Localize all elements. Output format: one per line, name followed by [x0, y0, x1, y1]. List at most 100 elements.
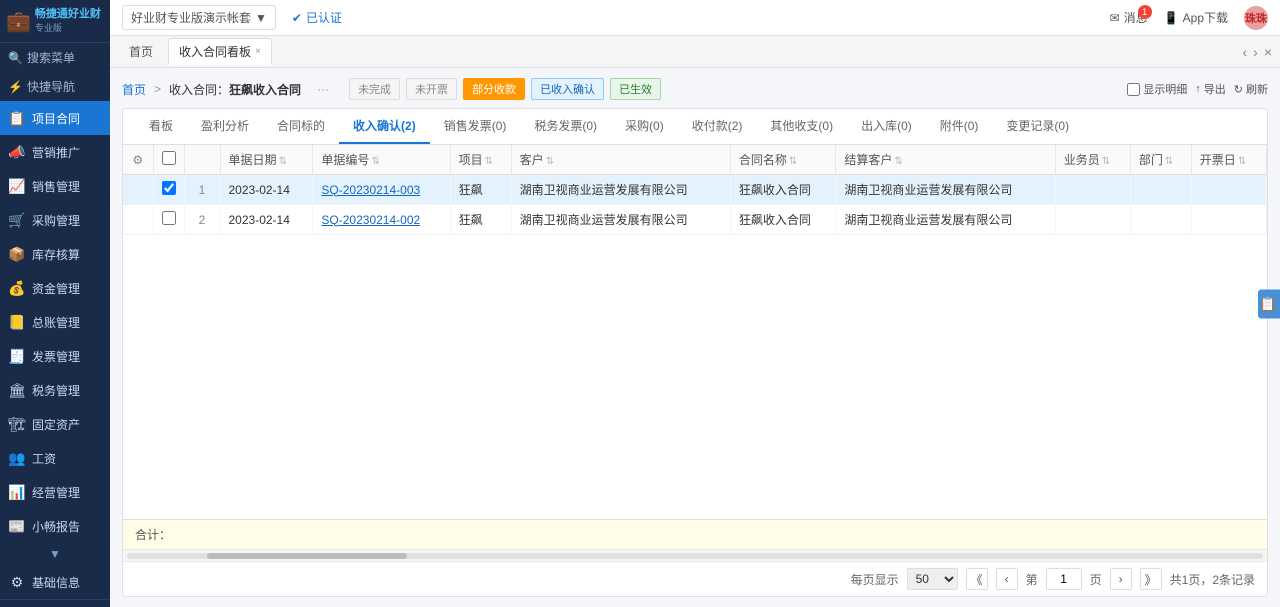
tab-nav-close[interactable]: ×	[1264, 44, 1272, 60]
show-detail-input[interactable]	[1127, 83, 1140, 96]
th-open-date[interactable]: 开票日⇅	[1191, 145, 1266, 175]
message-btn[interactable]: ✉ 消息 1	[1110, 9, 1148, 26]
page-input[interactable]	[1046, 568, 1082, 590]
next-page-btn[interactable]: ›	[1110, 568, 1132, 590]
subtab-payment[interactable]: 收付款(2)	[678, 109, 757, 144]
status-incomplete[interactable]: 未完成	[349, 78, 400, 100]
cell-no: 2	[184, 205, 220, 235]
sidebar-item-hr[interactable]: 👥 工资	[0, 441, 110, 475]
subtab-warehouse[interactable]: 出入库(0)	[847, 109, 926, 144]
th-date[interactable]: 单据日期⇅	[220, 145, 313, 175]
select-all-checkbox[interactable]	[162, 151, 176, 165]
sidebar-item-invoice[interactable]: 🧾 发票管理	[0, 339, 110, 373]
th-dept[interactable]: 部门⇅	[1130, 145, 1191, 175]
sidebar-item-assets[interactable]: 🏗 固定资产	[0, 407, 110, 441]
tab-nav-prev[interactable]: ‹	[1242, 44, 1247, 60]
th-contract[interactable]: 合同名称⇅	[730, 145, 836, 175]
table-row[interactable]: 1 2023-02-14 SQ-20230214-003 狂飙 湖南卫视商业运营…	[123, 175, 1267, 205]
th-customer[interactable]: 客户⇅	[511, 145, 730, 175]
tab-home[interactable]: 首页	[118, 38, 164, 65]
subtab-change-log[interactable]: 变更记录(0)	[992, 109, 1083, 144]
prev-page-btn[interactable]: ‹	[996, 568, 1018, 590]
sidebar-item-purchase[interactable]: 🛒 采购管理	[0, 203, 110, 237]
company-selector[interactable]: 好业财专业版演示帐套 ▼	[122, 5, 276, 30]
th-project[interactable]: 项目⇅	[450, 145, 511, 175]
th-salesman[interactable]: 业务员⇅	[1055, 145, 1130, 175]
show-detail-checkbox[interactable]: 显示明细	[1127, 81, 1187, 97]
scrollbar-track[interactable]	[127, 553, 1263, 559]
subtab-income-confirm[interactable]: 收入确认(2)	[339, 109, 430, 144]
company-name: 好业财专业版演示帐套	[131, 9, 251, 26]
cell-customer: 湖南卫视商业运营发展有限公司	[511, 175, 730, 205]
app-download-btn[interactable]: 📱 App下载	[1164, 9, 1228, 26]
status-confirmed[interactable]: 已收入确认	[531, 78, 604, 100]
export-btn[interactable]: ↑ 导出	[1195, 81, 1226, 97]
refresh-btn[interactable]: ↻ 刷新	[1234, 81, 1268, 97]
user-avatar[interactable]: 珠珠	[1244, 6, 1268, 30]
order-no-link[interactable]: SQ-20230214-003	[321, 183, 420, 197]
horizontal-scrollbar[interactable]	[123, 549, 1267, 561]
settings-icon[interactable]: ⚙	[132, 153, 143, 167]
subtab-kanban[interactable]: 看板	[135, 109, 187, 144]
first-page-btn[interactable]: 《	[966, 568, 988, 590]
sidebar-logo: 💼 畅捷通好业财 专业版	[0, 0, 110, 43]
right-panel-btn[interactable]: 📋	[1258, 289, 1280, 318]
table-row[interactable]: 2 2023-02-14 SQ-20230214-002 狂飙 湖南卫视商业运营…	[123, 205, 1267, 235]
sidebar-item-project[interactable]: 📋 项目合同	[0, 101, 110, 135]
tab-nav-next[interactable]: ›	[1253, 44, 1258, 60]
verified-label: 已认证	[306, 9, 342, 26]
footer-bar: 合计：	[123, 519, 1267, 549]
cell-order-no[interactable]: SQ-20230214-002	[313, 205, 450, 235]
ops-icon: 📊	[8, 483, 26, 501]
th-settings[interactable]: ⚙	[123, 145, 153, 175]
sidebar-scroll-down[interactable]: ▼	[0, 543, 110, 565]
order-no-link[interactable]: SQ-20230214-002	[321, 213, 420, 227]
cell-icon	[123, 205, 153, 235]
last-page-btn[interactable]: 》	[1140, 568, 1162, 590]
status-not-invoiced[interactable]: 未开票	[406, 78, 457, 100]
th-order-no[interactable]: 单据编号⇅	[313, 145, 450, 175]
cell-check[interactable]	[153, 205, 184, 235]
subtab-profit[interactable]: 盈利分析	[187, 109, 263, 144]
refresh-label: 刷新	[1246, 81, 1268, 97]
sort-dept-icon: ⇅	[1165, 156, 1173, 167]
row-checkbox[interactable]	[162, 211, 176, 225]
verified-icon: ✔	[292, 11, 302, 25]
th-check[interactable]	[153, 145, 184, 175]
verified-badge: ✔ 已认证	[292, 9, 342, 26]
quick-nav-btn[interactable]: ⚡ 快捷导航	[0, 72, 110, 101]
tab-close-btn[interactable]: ×	[255, 46, 261, 57]
sidebar-item-marketing[interactable]: 📣 营销推广	[0, 135, 110, 169]
sidebar: 💼 畅捷通好业财 专业版 🔍 搜索菜单 ⚡ 快捷导航 📋 项目合同 📣 营销推广…	[0, 0, 110, 607]
subtab-sales-invoice[interactable]: 销售发票(0)	[430, 109, 521, 144]
sidebar-item-ops[interactable]: 📊 经营管理	[0, 475, 110, 509]
tab-income-contract[interactable]: 收入合同看板 ×	[168, 38, 272, 65]
main-card: 看板 盈利分析 合同标的 收入确认(2) 销售发票(0) 税务发票(0) 采购(…	[122, 108, 1268, 597]
status-effective[interactable]: 已生效	[610, 78, 661, 100]
status-partial-received[interactable]: 部分收款	[463, 78, 525, 100]
subtab-attachments[interactable]: 附件(0)	[926, 109, 993, 144]
sidebar-item-basic[interactable]: ⚙ 基础信息	[0, 565, 110, 599]
scrollbar-thumb[interactable]	[207, 553, 407, 559]
sidebar-item-sales[interactable]: 📈 销售管理	[0, 169, 110, 203]
cell-order-no[interactable]: SQ-20230214-003	[313, 175, 450, 205]
cell-check[interactable]	[153, 175, 184, 205]
row-checkbox[interactable]	[162, 181, 176, 195]
subtab-other-income[interactable]: 其他收支(0)	[756, 109, 847, 144]
right-panel-icon: 📋	[1261, 295, 1277, 312]
page-more-btn[interactable]: ···	[317, 82, 329, 96]
unpin-btn[interactable]: 📌 取消固定	[0, 600, 110, 607]
mobile-icon: 📱	[1164, 11, 1179, 25]
search-menu[interactable]: 🔍 搜索菜单	[0, 43, 110, 72]
per-page-select[interactable]: 50 100 200	[907, 568, 958, 590]
sidebar-item-tax[interactable]: 🏛 税务管理	[0, 373, 110, 407]
th-final-customer[interactable]: 结算客户⇅	[836, 145, 1055, 175]
subtab-contract-std[interactable]: 合同标的	[263, 109, 339, 144]
sidebar-item-general[interactable]: 📒 总账管理	[0, 305, 110, 339]
breadcrumb-home[interactable]: 首页	[122, 81, 146, 98]
subtab-purchase[interactable]: 采购(0)	[611, 109, 678, 144]
subtab-tax-invoice[interactable]: 税务发票(0)	[520, 109, 611, 144]
sidebar-item-funds[interactable]: 💰 资金管理	[0, 271, 110, 305]
sidebar-item-inventory[interactable]: 📦 库存核算	[0, 237, 110, 271]
sidebar-item-report[interactable]: 📰 小畅报告	[0, 509, 110, 543]
